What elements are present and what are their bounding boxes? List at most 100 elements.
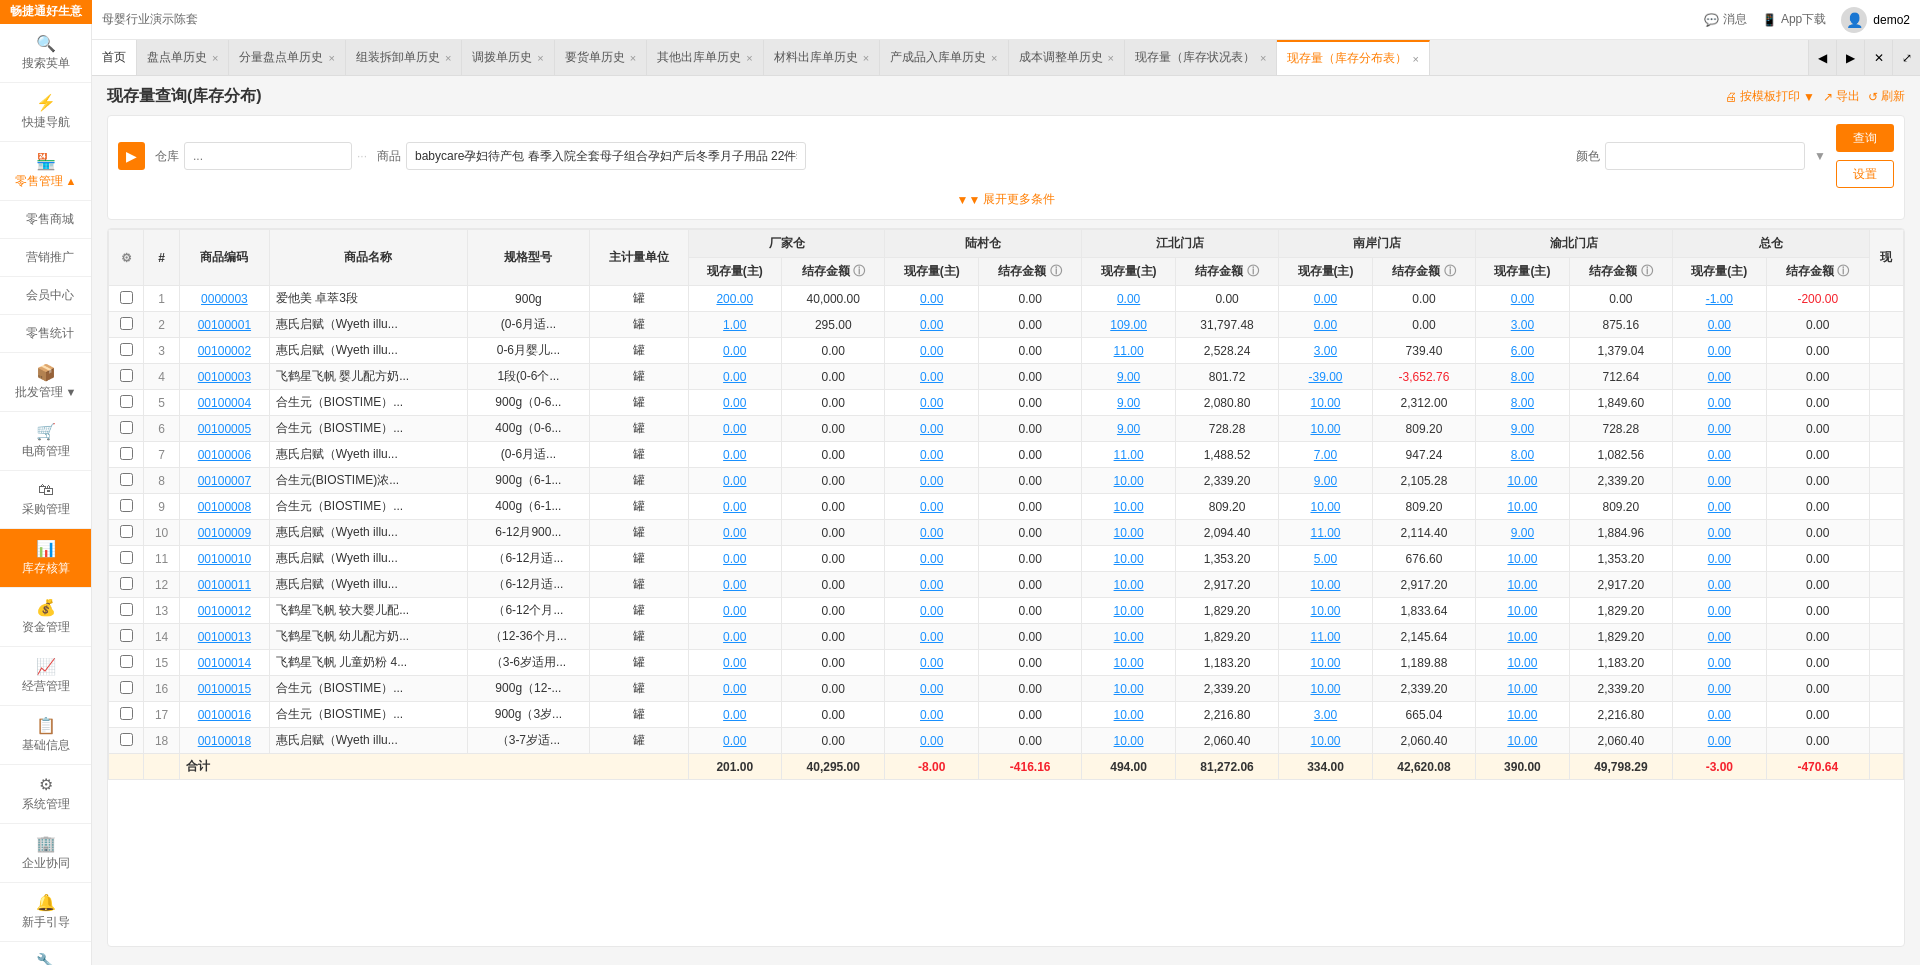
td-code[interactable]: 00100012 [179, 598, 269, 624]
td-f-stock[interactable]: 0.00 [688, 364, 781, 390]
td-yb-stock[interactable]: 3.00 [1476, 312, 1569, 338]
td-l-stock[interactable]: 0.00 [885, 442, 978, 468]
td-checkbox[interactable] [109, 598, 144, 624]
td-l-stock[interactable]: 0.00 [885, 572, 978, 598]
td-t-stock[interactable]: 0.00 [1673, 416, 1766, 442]
td-t-stock[interactable]: 0.00 [1673, 624, 1766, 650]
td-na-stock[interactable]: 9.00 [1279, 468, 1372, 494]
sidebar-item-finance[interactable]: 💰 资金管理 [0, 588, 91, 647]
td-yb-stock[interactable]: 10.00 [1476, 676, 1569, 702]
td-code[interactable]: 00100018 [179, 728, 269, 754]
td-yb-stock[interactable]: 10.00 [1476, 572, 1569, 598]
sidebar-item-retail-stat[interactable]: 零售统计 [0, 315, 91, 353]
td-yb-stock[interactable]: 10.00 [1476, 546, 1569, 572]
td-na-stock[interactable]: 10.00 [1279, 494, 1372, 520]
td-t-stock[interactable]: 0.00 [1673, 468, 1766, 494]
td-jb-stock[interactable]: 9.00 [1082, 416, 1175, 442]
td-f-stock[interactable]: 0.00 [688, 728, 781, 754]
td-t-stock[interactable]: 0.00 [1673, 390, 1766, 416]
filter-toggle-btn[interactable]: ▶ [118, 142, 145, 170]
app-download-btn[interactable]: 📱 App下载 [1762, 11, 1826, 28]
td-f-stock[interactable]: 0.00 [688, 520, 781, 546]
td-f-stock[interactable]: 0.00 [688, 546, 781, 572]
td-na-stock[interactable]: 10.00 [1279, 416, 1372, 442]
th-settings[interactable]: ⚙ [109, 230, 144, 286]
td-t-stock[interactable]: 0.00 [1673, 312, 1766, 338]
td-jb-stock[interactable]: 10.00 [1082, 676, 1175, 702]
td-code[interactable]: 00100006 [179, 442, 269, 468]
td-jb-stock[interactable]: 0.00 [1082, 286, 1175, 312]
td-l-stock[interactable]: 0.00 [885, 520, 978, 546]
user-menu[interactable]: 👤 demo2 [1841, 7, 1910, 33]
td-f-stock[interactable]: 200.00 [688, 286, 781, 312]
sidebar-item-retail-shop[interactable]: 零售商城 [0, 201, 91, 239]
tab-product-in[interactable]: 产成品入库单历史 × [880, 40, 1008, 76]
message-btn[interactable]: 💬 消息 [1704, 11, 1747, 28]
td-yb-stock[interactable]: 8.00 [1476, 364, 1569, 390]
td-checkbox[interactable] [109, 650, 144, 676]
tab-close-icon[interactable]: × [863, 52, 869, 64]
td-jb-stock[interactable]: 10.00 [1082, 650, 1175, 676]
td-f-stock[interactable]: 0.00 [688, 676, 781, 702]
td-jb-stock[interactable]: 10.00 [1082, 728, 1175, 754]
td-checkbox[interactable] [109, 286, 144, 312]
setting-btn[interactable]: 设置 [1836, 160, 1894, 188]
td-code[interactable]: 00100009 [179, 520, 269, 546]
td-checkbox[interactable] [109, 364, 144, 390]
tab-material-out[interactable]: 材料出库单历史 × [764, 40, 880, 76]
td-l-stock[interactable]: 0.00 [885, 390, 978, 416]
td-yb-stock[interactable]: 10.00 [1476, 468, 1569, 494]
td-t-stock[interactable]: 0.00 [1673, 702, 1766, 728]
tab-close-icon[interactable]: × [212, 52, 218, 64]
td-code[interactable]: 00100014 [179, 650, 269, 676]
td-l-stock[interactable]: 0.00 [885, 338, 978, 364]
td-checkbox[interactable] [109, 520, 144, 546]
td-f-stock[interactable]: 0.00 [688, 442, 781, 468]
tab-close-icon[interactable]: × [991, 52, 997, 64]
td-t-stock[interactable]: 0.00 [1673, 598, 1766, 624]
td-na-stock[interactable]: 5.00 [1279, 546, 1372, 572]
sidebar-item-search[interactable]: 🔍 搜索英单 [0, 24, 91, 83]
td-f-stock[interactable]: 1.00 [688, 312, 781, 338]
tab-stock-dist[interactable]: 现存量（库存分布表） × [1277, 40, 1429, 76]
tab-close-icon[interactable]: × [1412, 53, 1418, 65]
td-l-stock[interactable]: 0.00 [885, 468, 978, 494]
td-yb-stock[interactable]: 10.00 [1476, 624, 1569, 650]
tab-close-icon[interactable]: × [445, 52, 451, 64]
tab-prev-btn[interactable]: ◀ [1808, 40, 1836, 76]
td-na-stock[interactable]: 11.00 [1279, 624, 1372, 650]
td-checkbox[interactable] [109, 572, 144, 598]
td-checkbox[interactable] [109, 676, 144, 702]
td-jb-stock[interactable]: 10.00 [1082, 520, 1175, 546]
tab-assemble[interactable]: 组装拆卸单历史 × [346, 40, 462, 76]
td-checkbox[interactable] [109, 546, 144, 572]
td-code[interactable]: 00100013 [179, 624, 269, 650]
td-f-stock[interactable]: 0.00 [688, 598, 781, 624]
sidebar-item-retail[interactable]: 🏪 零售管理 ▲ [0, 142, 91, 201]
td-yb-stock[interactable]: 10.00 [1476, 598, 1569, 624]
td-t-stock[interactable]: 0.00 [1673, 364, 1766, 390]
td-t-stock[interactable]: 0.00 [1673, 442, 1766, 468]
td-jb-stock[interactable]: 11.00 [1082, 442, 1175, 468]
sidebar-item-apps[interactable]: 🔧 应用中心 [0, 942, 91, 965]
tab-close-icon[interactable]: × [630, 52, 636, 64]
sidebar-item-guide[interactable]: 🔔 新手引导 [0, 883, 91, 942]
td-jb-stock[interactable]: 10.00 [1082, 598, 1175, 624]
td-na-stock[interactable]: 11.00 [1279, 520, 1372, 546]
sidebar-item-inventory[interactable]: 📊 库存核算 [0, 529, 91, 588]
td-l-stock[interactable]: 0.00 [885, 676, 978, 702]
td-jb-stock[interactable]: 10.00 [1082, 546, 1175, 572]
sidebar-item-marketing[interactable]: 营销推广 [0, 239, 91, 277]
sidebar-item-purchase[interactable]: 🛍 采购管理 [0, 471, 91, 529]
td-code[interactable]: 00100004 [179, 390, 269, 416]
sidebar-item-system[interactable]: ⚙ 系统管理 [0, 765, 91, 824]
td-code[interactable]: 00100001 [179, 312, 269, 338]
td-f-stock[interactable]: 0.00 [688, 494, 781, 520]
td-na-stock[interactable]: 10.00 [1279, 676, 1372, 702]
td-na-stock[interactable]: 3.00 [1279, 702, 1372, 728]
tab-close-icon[interactable]: × [1108, 52, 1114, 64]
td-checkbox[interactable] [109, 468, 144, 494]
export-btn[interactable]: ↗ 导出 [1823, 88, 1860, 105]
td-f-stock[interactable]: 0.00 [688, 624, 781, 650]
table-container[interactable]: ⚙ # 商品编码 商品名称 规格型号 主计量单位 厂家仓 陆村仓 江北门店 南岸… [107, 228, 1905, 947]
